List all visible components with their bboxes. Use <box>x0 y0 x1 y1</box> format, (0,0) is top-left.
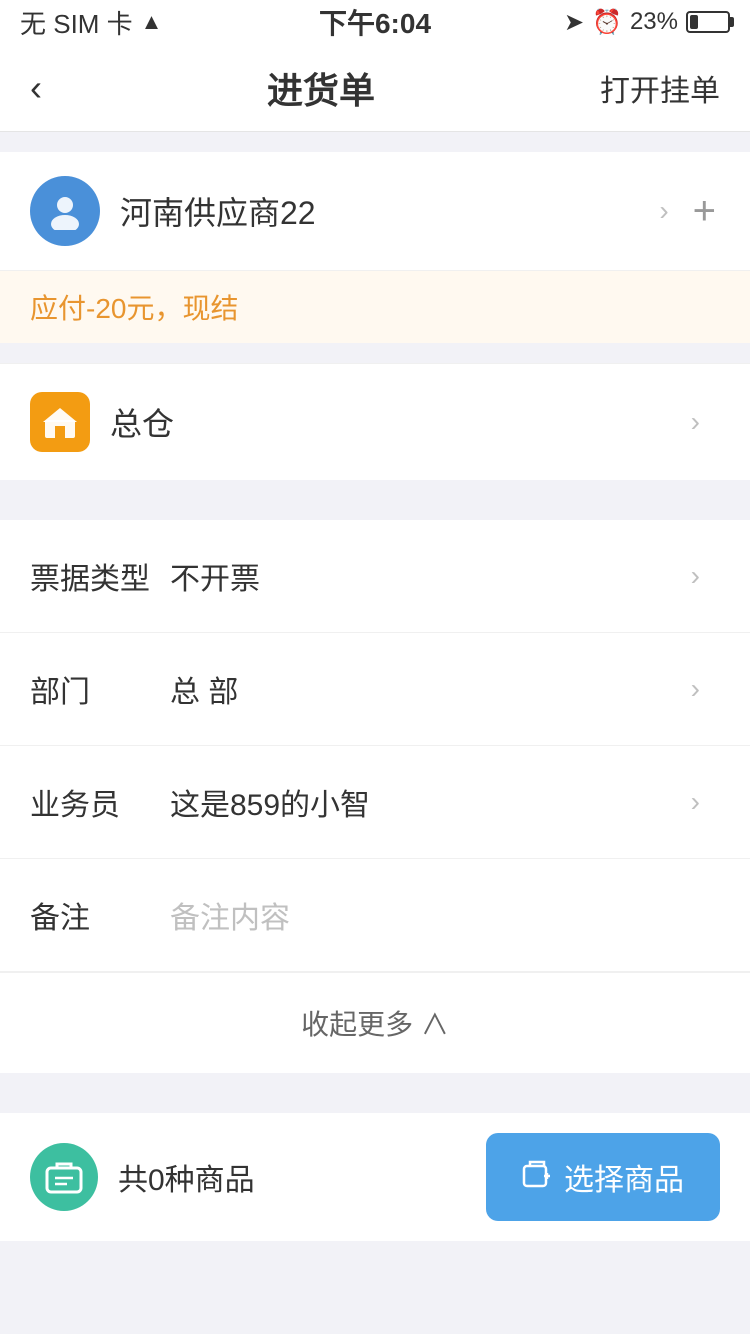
warehouse-chevron-icon: › <box>691 406 700 438</box>
salesperson-label: 业务员 <box>30 780 170 824</box>
select-product-button[interactable]: 选择商品 <box>486 1133 720 1221</box>
page-title: 进货单 <box>267 62 375 114</box>
gap-3 <box>0 500 750 520</box>
supplier-chevron-icon: › <box>659 195 668 227</box>
supplier-alert: 应付-20元，现结 <box>0 271 750 343</box>
department-chevron-icon: › <box>691 673 700 705</box>
select-product-icon <box>522 1160 552 1195</box>
note-label: 备注 <box>30 893 170 937</box>
status-time: 下午6:04 <box>319 2 431 42</box>
ticket-type-chevron-icon: › <box>691 560 700 592</box>
status-left: 无 SIM 卡 ▲ <box>20 4 162 41</box>
gap-4 <box>0 1073 750 1093</box>
warehouse-name: 总仓 <box>110 399 691 445</box>
form-section: 票据类型 不开票 › 部门 总 部 › 业务员 这是859的小智 › 备注 备注… <box>0 500 750 1073</box>
gap-1 <box>0 132 750 152</box>
department-value: 总 部 <box>170 667 691 711</box>
ticket-type-row[interactable]: 票据类型 不开票 › <box>0 520 750 633</box>
product-icon <box>30 1143 98 1211</box>
warehouse-card: 总仓 › <box>0 363 750 480</box>
supplier-name: 河南供应商22 <box>120 188 659 234</box>
gap-2 <box>0 343 750 363</box>
collapse-button[interactable]: 收起更多 ∧ <box>0 972 750 1073</box>
battery-percentage: 23% <box>630 8 678 36</box>
ticket-type-value: 不开票 <box>170 554 691 598</box>
nav-bar: ‹ 进货单 打开挂单 <box>0 44 750 132</box>
supplier-card: 河南供应商22 › + 应付-20元，现结 <box>0 152 750 343</box>
department-row[interactable]: 部门 总 部 › <box>0 633 750 746</box>
select-product-label: 选择商品 <box>564 1155 684 1199</box>
salesperson-row[interactable]: 业务员 这是859的小智 › <box>0 746 750 859</box>
warehouse-icon <box>30 392 90 452</box>
note-row[interactable]: 备注 备注内容 <box>0 859 750 972</box>
warehouse-row[interactable]: 总仓 › <box>0 363 750 480</box>
ticket-type-label: 票据类型 <box>30 554 170 598</box>
bottom-bar: 共0种商品 选择商品 <box>0 1113 750 1241</box>
carrier-text: 无 SIM 卡 <box>20 4 133 41</box>
status-right: ➤ ⏰ 23% <box>564 8 730 37</box>
salesperson-value: 这是859的小智 <box>170 780 691 824</box>
department-label: 部门 <box>30 667 170 711</box>
open-pending-button[interactable]: 打开挂单 <box>600 66 720 110</box>
back-button[interactable]: ‹ <box>30 67 42 109</box>
alarm-icon: ⏰ <box>592 8 622 37</box>
wifi-icon: ▲ <box>141 9 163 35</box>
add-button[interactable]: + <box>689 189 720 234</box>
supplier-row[interactable]: 河南供应商22 › + <box>0 152 750 271</box>
status-bar: 无 SIM 卡 ▲ 下午6:04 ➤ ⏰ 23% <box>0 0 750 44</box>
product-count: 共0种商品 <box>118 1155 466 1199</box>
salesperson-chevron-icon: › <box>691 786 700 818</box>
location-icon: ➤ <box>564 8 584 37</box>
battery-icon <box>686 11 730 33</box>
note-placeholder: 备注内容 <box>170 893 720 937</box>
supplier-avatar <box>30 176 100 246</box>
